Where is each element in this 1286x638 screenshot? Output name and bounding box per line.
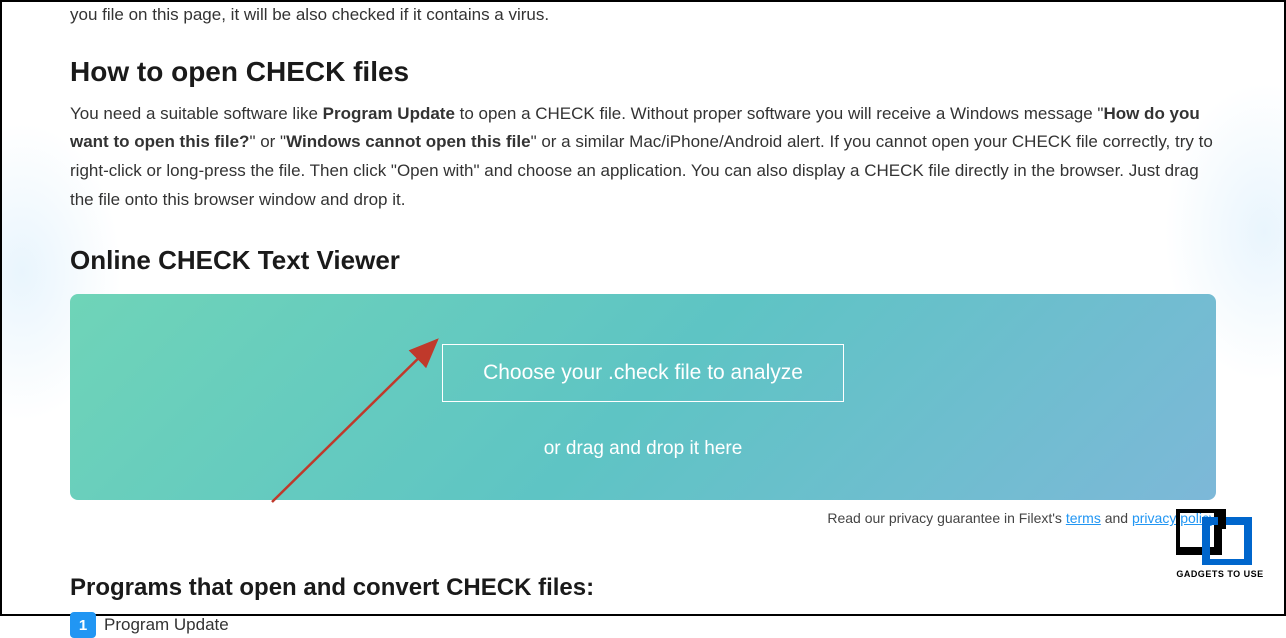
terms-link[interactable]: terms: [1066, 510, 1101, 526]
heading-how-to-open: How to open CHECK files: [70, 56, 1216, 88]
privacy-prefix: Read our privacy guarantee in Filext's: [827, 510, 1065, 526]
body-bold-program-update: Program Update: [323, 104, 455, 123]
body-mid-2: " or ": [249, 132, 286, 151]
upload-dropzone[interactable]: Choose your .check file to analyze or dr…: [70, 294, 1216, 500]
drag-drop-hint: or drag and drop it here: [90, 438, 1196, 460]
gadgets-logo-icon: [1176, 509, 1264, 565]
partial-intro-text: you file on this page, it will be also c…: [70, 2, 1216, 28]
body-mid-1: to open a CHECK file. Without proper sof…: [455, 104, 1104, 123]
watermark-text: GADGETS TO USE: [1176, 569, 1264, 579]
heading-programs-that-open: Programs that open and convert CHECK fil…: [70, 574, 1216, 602]
privacy-and: and: [1101, 510, 1132, 526]
heading-online-viewer: Online CHECK Text Viewer: [70, 245, 1216, 276]
program-name-text: Program Update: [104, 615, 229, 635]
privacy-guarantee-text: Read our privacy guarantee in Filext's t…: [70, 510, 1216, 526]
choose-file-button[interactable]: Choose your .check file to analyze: [442, 344, 844, 402]
body-prefix-1: You need a suitable software like: [70, 104, 323, 123]
body-text-how-to-open: You need a suitable software like Progra…: [70, 100, 1216, 216]
body-bold-cannot-open: Windows cannot open this file: [286, 132, 530, 151]
gadgets-to-use-watermark: GADGETS TO USE: [1176, 509, 1264, 579]
